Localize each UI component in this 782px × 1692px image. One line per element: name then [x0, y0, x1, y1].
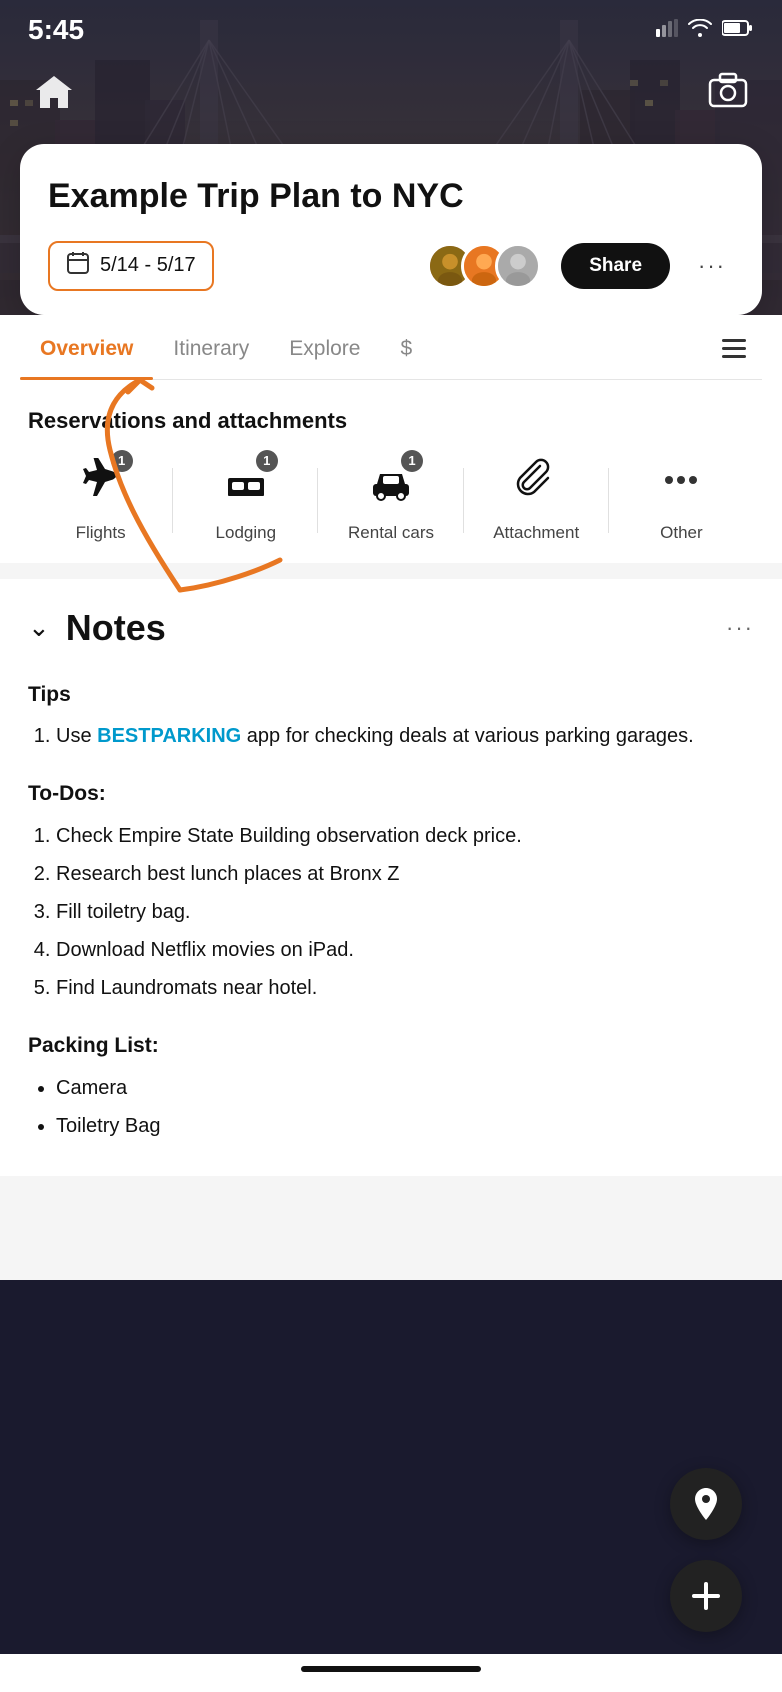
date-badge[interactable]: 5/14 - 5/17 [48, 241, 214, 291]
home-button[interactable] [28, 66, 80, 118]
battery-icon [722, 19, 754, 42]
bestparking-link[interactable]: BESTPARKING [97, 725, 241, 747]
reservations-section: Reservations and attachments 1 Flights [0, 380, 782, 563]
other-icon-wrap [659, 458, 703, 511]
tab-budget[interactable]: $ [380, 315, 432, 379]
rentalcars-icon [369, 469, 413, 510]
todo-item-1: Check Empire State Building observation … [56, 820, 754, 852]
rentalcars-item[interactable]: 1 Rental cars [318, 458, 463, 543]
flights-icon-wrap: 1 [79, 458, 123, 511]
tab-menu-button[interactable] [706, 317, 762, 376]
avatar-group [427, 243, 541, 289]
status-bar: 5:45 [0, 0, 782, 56]
flights-badge: 1 [111, 450, 133, 472]
tips-heading: Tips [28, 677, 754, 713]
hamburger-icon [722, 339, 746, 358]
share-button[interactable]: Share [561, 243, 670, 289]
other-label: Other [660, 523, 703, 543]
reservation-items: 1 Flights 1 [28, 458, 754, 543]
notes-chevron-icon[interactable]: ⌄ [28, 612, 50, 643]
todo-item-3: Fill toiletry bag. [56, 896, 754, 928]
rentalcars-badge: 1 [401, 450, 423, 472]
todos-heading: To-Dos: [28, 776, 754, 812]
tab-explore[interactable]: Explore [269, 315, 380, 379]
other-icon [659, 469, 703, 510]
todo-item-5: Find Laundromats near hotel. [56, 972, 754, 1004]
notes-header: ⌄ Notes ··· [28, 607, 754, 649]
todos-list: Check Empire State Building observation … [28, 820, 754, 1004]
main-content: Reservations and attachments 1 Flights [0, 380, 782, 1280]
bottom-bar [0, 1654, 782, 1692]
status-icons [656, 19, 754, 42]
tips-list: Use BESTPARKING app for checking deals a… [28, 720, 754, 752]
lodging-badge: 1 [256, 450, 278, 472]
fab-container [670, 1468, 742, 1632]
avatar-img-3 [498, 246, 538, 286]
home-indicator [301, 1666, 481, 1672]
todo-item-4: Download Netflix movies on iPad. [56, 934, 754, 966]
attachment-item[interactable]: Attachment [464, 458, 609, 543]
date-range-text: 5/14 - 5/17 [100, 254, 196, 277]
flights-label: Flights [76, 523, 126, 543]
packing-item-1: Camera [56, 1072, 754, 1104]
lodging-icon [224, 469, 268, 510]
packing-heading: Packing List: [28, 1028, 754, 1064]
calendar-icon [66, 251, 90, 281]
lodging-label: Lodging [216, 523, 277, 543]
tab-overview[interactable]: Overview [20, 315, 153, 379]
attachment-icon-wrap [514, 458, 558, 511]
todo-item-2: Research best lunch places at Bronx Z [56, 858, 754, 890]
notes-section: ⌄ Notes ··· Tips Use BESTPARKING app for… [0, 579, 782, 1176]
packing-list: Camera Toiletry Bag [28, 1072, 754, 1142]
add-fab-button[interactable] [670, 1560, 742, 1632]
trip-title: Example Trip Plan to NYC [48, 176, 734, 217]
flights-icon [79, 469, 123, 510]
lodging-item[interactable]: 1 Lodging [173, 458, 318, 543]
map-fab-button[interactable] [670, 1468, 742, 1540]
tips-item-1: Use BESTPARKING app for checking deals a… [56, 720, 754, 752]
card-meta: 5/14 - 5/17 [48, 241, 734, 291]
tabs: Overview Itinerary Explore $ [20, 315, 762, 380]
packing-item-2: Toiletry Bag [56, 1110, 754, 1142]
top-actions [0, 56, 782, 128]
notes-title: Notes [66, 607, 726, 649]
more-options-button[interactable]: ··· [690, 245, 734, 287]
rentalcars-icon-wrap: 1 [369, 458, 413, 511]
trip-card: Example Trip Plan to NYC 5/14 - 5/17 [20, 144, 762, 315]
flights-item[interactable]: 1 Flights [28, 458, 173, 543]
notes-body: Tips Use BESTPARKING app for checking de… [28, 677, 754, 1142]
rentalcars-label: Rental cars [348, 523, 434, 543]
photo-button[interactable] [702, 66, 754, 118]
signal-icon [656, 19, 678, 42]
tabs-container: Overview Itinerary Explore $ [0, 315, 782, 380]
reservations-title: Reservations and attachments [28, 408, 754, 434]
attachment-label: Attachment [493, 523, 579, 543]
tab-itinerary[interactable]: Itinerary [153, 315, 269, 379]
attachment-icon [514, 469, 558, 510]
wifi-icon [688, 19, 712, 42]
avatar-3 [495, 243, 541, 289]
status-time: 5:45 [28, 14, 84, 46]
lodging-icon-wrap: 1 [224, 458, 268, 511]
notes-more-button[interactable]: ··· [726, 615, 754, 641]
other-item[interactable]: Other [609, 458, 754, 543]
